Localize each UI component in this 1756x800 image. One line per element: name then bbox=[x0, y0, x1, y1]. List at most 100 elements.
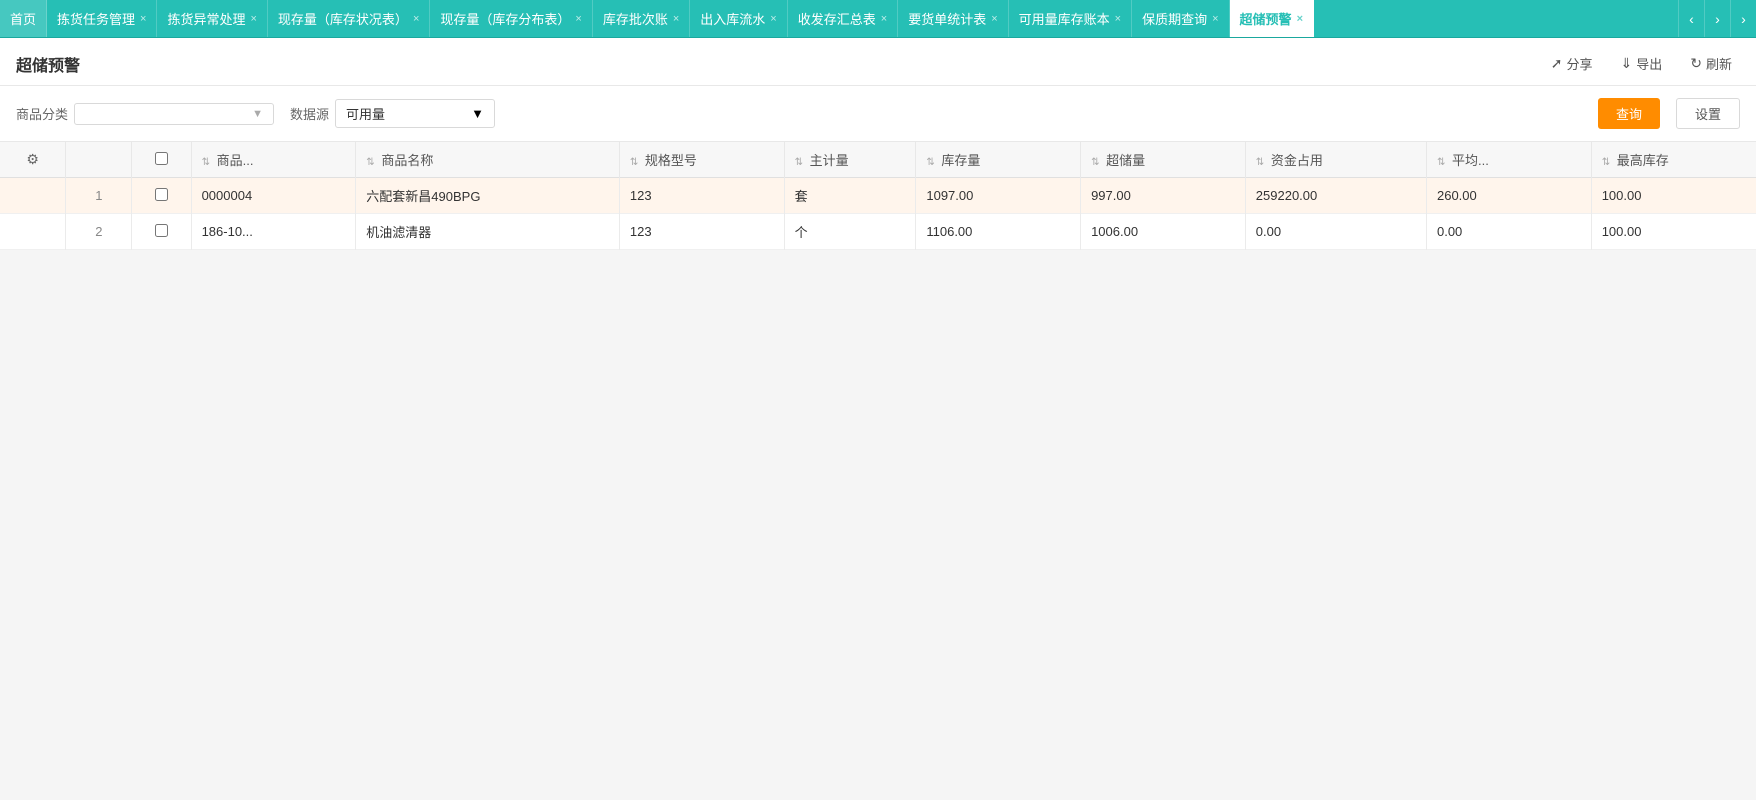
nav-tab-task-label: 拣货任务管理 bbox=[57, 9, 135, 28]
th-avg[interactable]: ⇅ 平均... bbox=[1426, 142, 1591, 178]
table-row: 1 0000004 六配套新昌490BPG 123 套 1097.00 997.… bbox=[0, 178, 1756, 214]
nav-tab-collect[interactable]: 收发存汇总表 × bbox=[788, 0, 898, 38]
category-select[interactable]: ▼ bbox=[74, 103, 274, 125]
th-max-stock-label: 最高库存 bbox=[1617, 153, 1669, 168]
nav-tab-task-close[interactable]: × bbox=[140, 13, 146, 25]
nav-tab-stock-status-label: 现存量（库存状况表） bbox=[278, 9, 408, 28]
sort-icon-avg: ⇅ bbox=[1437, 157, 1445, 168]
sort-icon-spec: ⇅ bbox=[630, 157, 638, 168]
row-avg-0: 260.00 bbox=[1426, 178, 1591, 214]
sort-icon-stock: ⇅ bbox=[926, 157, 934, 168]
th-stock-label: 库存量 bbox=[941, 153, 980, 168]
nav-tab-inout[interactable]: 出入库流水 × bbox=[690, 0, 787, 38]
settings-button[interactable]: 设置 bbox=[1676, 98, 1740, 129]
datasource-filter-label: 数据源 bbox=[290, 104, 329, 123]
nav-arrow-left[interactable]: ‹ bbox=[1678, 0, 1704, 38]
top-nav: 首页 拣货任务管理 × 拣货异常处理 × 现存量（库存状况表） × 现存量（库存… bbox=[0, 0, 1756, 38]
nav-tab-stock-dist[interactable]: 现存量（库存分布表） × bbox=[430, 0, 592, 38]
category-filter-item: 商品分类 ▼ bbox=[16, 103, 274, 125]
row-num-1: 2 bbox=[66, 214, 132, 250]
table-body: 1 0000004 六配套新昌490BPG 123 套 1097.00 997.… bbox=[0, 178, 1756, 250]
row-product-name-1: 机油滤清器 bbox=[356, 214, 620, 250]
page-content: 超储预警 ➚ 分享 ⇓ 导出 ↻ 刷新 商品分类 ▼ 数据源 bbox=[0, 38, 1756, 250]
th-spec[interactable]: ⇅ 规格型号 bbox=[619, 142, 784, 178]
nav-tab-abnormal-label: 拣货异常处理 bbox=[167, 9, 245, 28]
th-product-name[interactable]: ⇅ 商品名称 bbox=[356, 142, 620, 178]
row-max-stock-1: 100.00 bbox=[1591, 214, 1756, 250]
th-max-stock[interactable]: ⇅ 最高库存 bbox=[1591, 142, 1756, 178]
query-button[interactable]: 查询 bbox=[1598, 98, 1660, 129]
category-filter-label: 商品分类 bbox=[16, 104, 68, 123]
th-checkbox bbox=[132, 142, 191, 178]
refresh-icon: ↻ bbox=[1690, 55, 1702, 72]
th-product-name-label: 商品名称 bbox=[381, 153, 433, 168]
nav-tab-stock-status[interactable]: 现存量（库存状况表） × bbox=[268, 0, 430, 38]
nav-tab-available[interactable]: 可用量库存账本 × bbox=[1009, 0, 1132, 38]
datasource-select[interactable]: 可用量 ▼ bbox=[335, 99, 495, 128]
th-row-num bbox=[66, 142, 132, 178]
nav-tab-collect-close[interactable]: × bbox=[881, 13, 887, 25]
table-header-row: ⚙ ⇅ 商品... ⇅ 商品名称 ⇅ bbox=[0, 142, 1756, 178]
select-all-checkbox[interactable] bbox=[155, 152, 168, 165]
datasource-chevron-icon: ▼ bbox=[471, 106, 484, 121]
th-overstock[interactable]: ⇅ 超储量 bbox=[1081, 142, 1246, 178]
table-row: 2 186-10... 机油滤清器 123 个 1106.00 1006.00 … bbox=[0, 214, 1756, 250]
th-unit[interactable]: ⇅ 主计量 bbox=[784, 142, 916, 178]
nav-tab-abnormal-close[interactable]: × bbox=[250, 13, 256, 25]
th-product-code-label: 商品... bbox=[217, 153, 254, 168]
row-avg-1: 0.00 bbox=[1426, 214, 1591, 250]
nav-arrow-right[interactable]: › bbox=[1704, 0, 1730, 38]
page-header: 超储预警 ➚ 分享 ⇓ 导出 ↻ 刷新 bbox=[0, 38, 1756, 86]
export-label: 导出 bbox=[1636, 54, 1662, 73]
datasource-select-text: 可用量 bbox=[346, 104, 471, 123]
sort-icon-product-name: ⇅ bbox=[366, 157, 374, 168]
nav-tab-expiry-label: 保质期查询 bbox=[1142, 9, 1207, 28]
nav-tab-abnormal[interactable]: 拣货异常处理 × bbox=[157, 0, 267, 38]
nav-tab-home-label: 首页 bbox=[10, 9, 36, 28]
share-label: 分享 bbox=[1566, 54, 1592, 73]
table-container: ⚙ ⇅ 商品... ⇅ 商品名称 ⇅ bbox=[0, 142, 1756, 250]
refresh-button[interactable]: ↻ 刷新 bbox=[1682, 50, 1740, 77]
nav-tab-order-stat[interactable]: 要货单统计表 × bbox=[898, 0, 1008, 38]
row-product-code-1: 186-10... bbox=[191, 214, 356, 250]
nav-tab-batch-label: 库存批次账 bbox=[603, 9, 668, 28]
th-capital[interactable]: ⇅ 资金占用 bbox=[1245, 142, 1426, 178]
nav-tab-expiry-close[interactable]: × bbox=[1212, 13, 1218, 25]
nav-tab-stock-status-close[interactable]: × bbox=[413, 13, 419, 25]
nav-tab-task[interactable]: 拣货任务管理 × bbox=[47, 0, 157, 38]
nav-tab-batch[interactable]: 库存批次账 × bbox=[593, 0, 690, 38]
row-checkbox-1[interactable] bbox=[132, 214, 191, 250]
th-stock[interactable]: ⇅ 库存量 bbox=[916, 142, 1081, 178]
th-product-code[interactable]: ⇅ 商品... bbox=[191, 142, 356, 178]
filter-bar: 商品分类 ▼ 数据源 可用量 ▼ 查询 设置 bbox=[0, 86, 1756, 142]
th-unit-label: 主计量 bbox=[810, 153, 849, 168]
category-chevron-icon: ▼ bbox=[252, 108, 263, 120]
nav-arrow-more[interactable]: › bbox=[1730, 0, 1756, 38]
nav-tab-order-stat-close[interactable]: × bbox=[991, 13, 997, 25]
data-table: ⚙ ⇅ 商品... ⇅ 商品名称 ⇅ bbox=[0, 142, 1756, 250]
th-overstock-label: 超储量 bbox=[1106, 153, 1145, 168]
row-settings-0 bbox=[0, 178, 66, 214]
row-num-0: 1 bbox=[66, 178, 132, 214]
nav-tab-available-close[interactable]: × bbox=[1115, 13, 1121, 25]
row-stock-1: 1106.00 bbox=[916, 214, 1081, 250]
settings-gear-icon[interactable]: ⚙ bbox=[26, 151, 39, 167]
sort-icon-capital: ⇅ bbox=[1256, 157, 1264, 168]
nav-tab-stock-dist-close[interactable]: × bbox=[575, 13, 581, 25]
export-button[interactable]: ⇓ 导出 bbox=[1613, 50, 1671, 77]
th-spec-label: 规格型号 bbox=[645, 153, 697, 168]
share-button[interactable]: ➚ 分享 bbox=[1543, 50, 1601, 77]
row-checkbox-0[interactable] bbox=[132, 178, 191, 214]
row-capital-1: 0.00 bbox=[1245, 214, 1426, 250]
nav-tab-home[interactable]: 首页 bbox=[0, 0, 47, 38]
row-spec-1: 123 bbox=[619, 214, 784, 250]
nav-tab-inout-close[interactable]: × bbox=[770, 13, 776, 25]
nav-tab-order-stat-label: 要货单统计表 bbox=[908, 9, 986, 28]
nav-tab-expiry[interactable]: 保质期查询 × bbox=[1132, 0, 1229, 38]
nav-tab-overstock-close[interactable]: × bbox=[1297, 13, 1303, 25]
nav-tab-overstock[interactable]: 超储预警 × bbox=[1230, 0, 1314, 38]
header-actions: ➚ 分享 ⇓ 导出 ↻ 刷新 bbox=[1543, 50, 1740, 77]
row-stock-0: 1097.00 bbox=[916, 178, 1081, 214]
nav-tab-batch-close[interactable]: × bbox=[673, 13, 679, 25]
nav-tab-available-label: 可用量库存账本 bbox=[1019, 9, 1110, 28]
